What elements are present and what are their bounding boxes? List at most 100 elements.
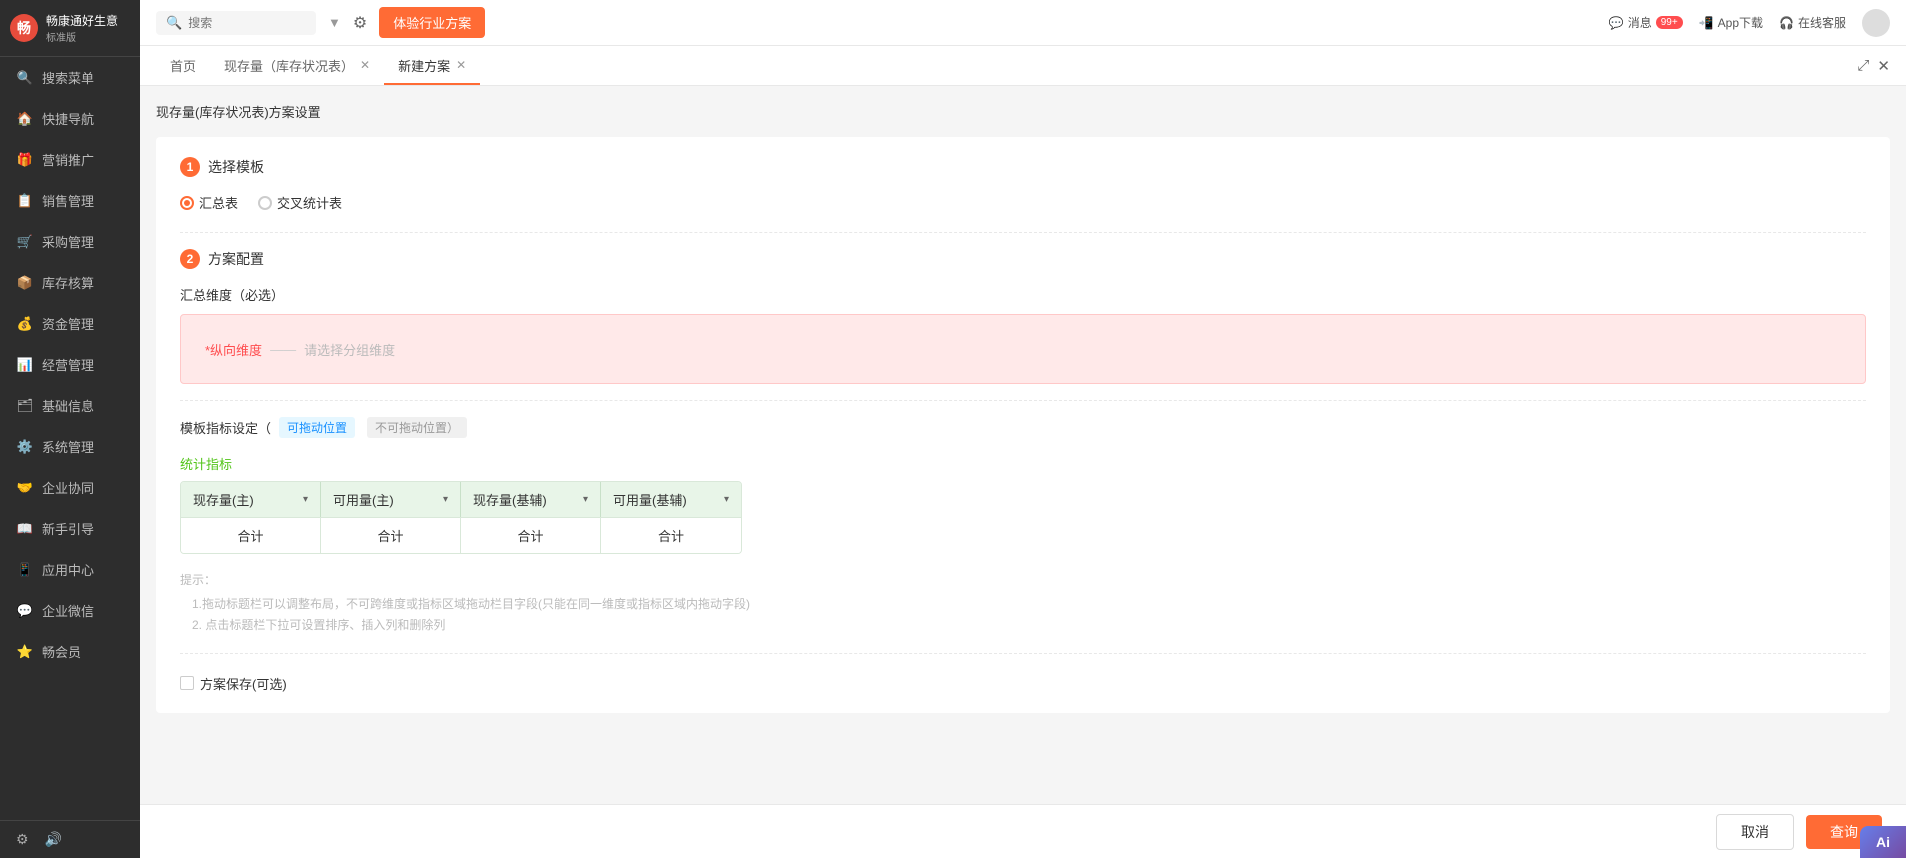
dimension-placeholder[interactable]: 请选择分组维度 (304, 340, 395, 359)
app-download-label: App下载 (1718, 14, 1763, 31)
trial-industry-button[interactable]: 体验行业方案 (379, 7, 485, 38)
page-title: 现存量(库存状况表)方案设置 (156, 102, 1890, 121)
tab-new_plan[interactable]: 新建方案 ✕ (384, 48, 480, 85)
sidebar-item-quick[interactable]: 🏠快捷导航 (0, 98, 140, 139)
radio-label-summary: 汇总表 (199, 193, 238, 212)
stock-nav-icon: 📦 (16, 274, 34, 292)
sidebar-item-basic[interactable]: 🗂 基础信息 (0, 385, 140, 426)
sales-nav-icon: 📋 (16, 192, 34, 210)
tabs-bar: 首页现存量（库存状况表）✕ 新建方案 ✕ ⤢ ✕ (140, 46, 1906, 86)
chevron-down-icon: ▾ (583, 494, 588, 505)
stats-cell-现存量(主): 合计 (181, 518, 321, 553)
marketing-nav-icon: 🎁 (16, 151, 34, 169)
save-checkbox-item[interactable]: 方案保存(可选) (180, 674, 287, 693)
radio-summary[interactable]: 汇总表 (180, 193, 238, 212)
sidebar-item-marketing[interactable]: 🎁营销推广 (0, 139, 140, 180)
system-nav-icon: ⚙️ (16, 438, 34, 456)
topbar: 🔍 ▼ ⚙ 体验行业方案 💬 消息 99+ 📲 App下载 🎧 在线客服 (140, 0, 1906, 46)
user-avatar[interactable] (1862, 9, 1890, 37)
draggable-tag: 可拖动位置 (279, 417, 355, 438)
content-area: 现存量(库存状况表)方案设置 1 选择模板 汇总表 交叉统计表 2 方案配置 汇总… (140, 86, 1906, 804)
message-action[interactable]: 💬 消息 99+ (1609, 14, 1683, 31)
tab-label-new_plan: 新建方案 (398, 56, 450, 75)
sidebar-item-search[interactable]: 🔍搜索菜单 (0, 57, 140, 98)
finance-nav-icon: 💰 (16, 315, 34, 333)
search-nav-icon: 🔍 (16, 69, 34, 87)
sidebar-item-sales[interactable]: 📋销售管理 (0, 180, 140, 221)
dimension-dash: —— (270, 342, 296, 357)
radio-cross[interactable]: 交叉统计表 (258, 193, 342, 212)
newbie-nav-icon: 📖 (16, 520, 34, 538)
dimension-required-label: 汇总维度（必选） (180, 285, 1866, 304)
wechat-nav-label: 企业微信 (42, 601, 94, 620)
app-tag: 标准版 (46, 29, 118, 44)
purchase-nav-label: 采购管理 (42, 232, 94, 251)
speaker-icon[interactable]: 🔊 (45, 831, 62, 848)
sidebar-item-app_center[interactable]: 📱 应用中心 (0, 549, 140, 590)
section1-num: 1 (180, 157, 200, 177)
sidebar-item-stock[interactable]: 📦 库存核算 (0, 262, 140, 303)
footer-bar: 取消 查询 (140, 804, 1906, 858)
stats-label: 统计指标 (180, 454, 1866, 473)
message-badge: 99+ (1656, 16, 1683, 29)
tab-inventory_status[interactable]: 现存量（库存状况表）✕ (210, 48, 384, 85)
tab-close-new_plan[interactable]: ✕ (456, 58, 466, 72)
stats-col-现存量(基辅)[interactable]: 现存量(基辅)▾ (461, 482, 601, 517)
chevron-down-icon: ▾ (724, 494, 729, 505)
stats-col-可用量(主)[interactable]: 可用量(主)▾ (321, 482, 461, 517)
wechat-nav-icon: 💬 (16, 602, 34, 620)
dimension-pink-box: *纵向维度 —— 请选择分组维度 (180, 314, 1866, 384)
sidebar-item-operation[interactable]: 📊 经营管理 (0, 344, 140, 385)
search-input[interactable] (188, 16, 298, 30)
stock-nav-label: 库存核算 (42, 273, 94, 292)
settings-icon[interactable]: ⚙ (16, 831, 29, 848)
dimension-required-star: *纵向维度 (205, 340, 262, 359)
topbar-actions: 💬 消息 99+ 📲 App下载 🎧 在线客服 (1609, 9, 1890, 37)
quick-nav-label: 快捷导航 (42, 109, 94, 128)
sidebar-item-purchase[interactable]: 🛒采购管理 (0, 221, 140, 262)
operation-nav-icon: 📊 (16, 356, 34, 374)
stats-cell-可用量(基辅): 合计 (601, 518, 741, 553)
stats-col-可用量(基辅)[interactable]: 可用量(基辅)▾ (601, 482, 741, 517)
tab-close-inventory_status[interactable]: ✕ (360, 58, 370, 72)
online-service-action[interactable]: 🎧 在线客服 (1779, 14, 1846, 31)
divider1 (180, 232, 1866, 233)
sidebar-item-corp[interactable]: 🤝 企业协同 (0, 467, 140, 508)
cancel-button[interactable]: 取消 (1716, 814, 1794, 850)
section1-label: 选择模板 (208, 157, 264, 177)
corp-nav-label: 企业协同 (42, 478, 94, 497)
stats-col-现存量(主)[interactable]: 现存量(主)▾ (181, 482, 321, 517)
sidebar-item-newbie[interactable]: 📖 新手引导 (0, 508, 140, 549)
tab-home[interactable]: 首页 (156, 48, 210, 85)
operation-nav-label: 经营管理 (42, 355, 94, 374)
app_center-nav-icon: 📱 (16, 561, 34, 579)
indicator-label-text: 模板指标设定（ (180, 418, 271, 437)
app_center-nav-label: 应用中心 (42, 560, 94, 579)
sidebar-item-finance[interactable]: 💰资金管理 (0, 303, 140, 344)
section1-title: 1 选择模板 (180, 157, 1866, 177)
undraggable-tag: 不可拖动位置） (367, 417, 467, 438)
newbie-nav-label: 新手引导 (42, 519, 94, 538)
sidebar: 畅 畅康通好生意 标准版 🔍搜索菜单🏠快捷导航🎁营销推广📋销售管理🛒采购管理📦库… (0, 0, 140, 858)
sidebar-item-member[interactable]: ⭐畅会员 (0, 631, 140, 672)
basic-nav-icon: 🗂 (16, 397, 34, 415)
topbar-dropdown-icon[interactable]: ▼ (328, 15, 341, 30)
tips-section: 提示： 1.拖动标题栏可以调整布局，不可跨维度或指标区域拖动栏目字段(只能在同一… (180, 570, 1866, 637)
headset-icon: 🎧 (1779, 16, 1794, 30)
sidebar-item-wechat[interactable]: 💬 企业微信 (0, 590, 140, 631)
sidebar-item-system[interactable]: ⚙️系统管理 (0, 426, 140, 467)
sidebar-logo-text: 畅康通好生意 标准版 (46, 12, 118, 44)
basic-nav-label: 基础信息 (42, 396, 94, 415)
section2-title: 2 方案配置 (180, 249, 1866, 269)
topbar-setting-icon[interactable]: ⚙ (353, 13, 367, 33)
ai-badge[interactable]: Ai (1860, 826, 1906, 858)
stats-table-section: 统计指标 现存量(主)▾可用量(主)▾现存量(基辅)▾可用量(基辅)▾ 合计 合计… (180, 454, 1866, 554)
radio-circle-summary (180, 196, 194, 210)
tips-title: 提示： (180, 570, 1866, 592)
app-download-action[interactable]: 📲 App下载 (1699, 14, 1763, 31)
panel-expand-icon[interactable]: ⤢ (1857, 57, 1869, 75)
panel-close-icon[interactable]: ✕ (1877, 57, 1890, 75)
radio-circle-cross (258, 196, 272, 210)
corp-nav-icon: 🤝 (16, 479, 34, 497)
save-checkbox[interactable] (180, 676, 194, 690)
